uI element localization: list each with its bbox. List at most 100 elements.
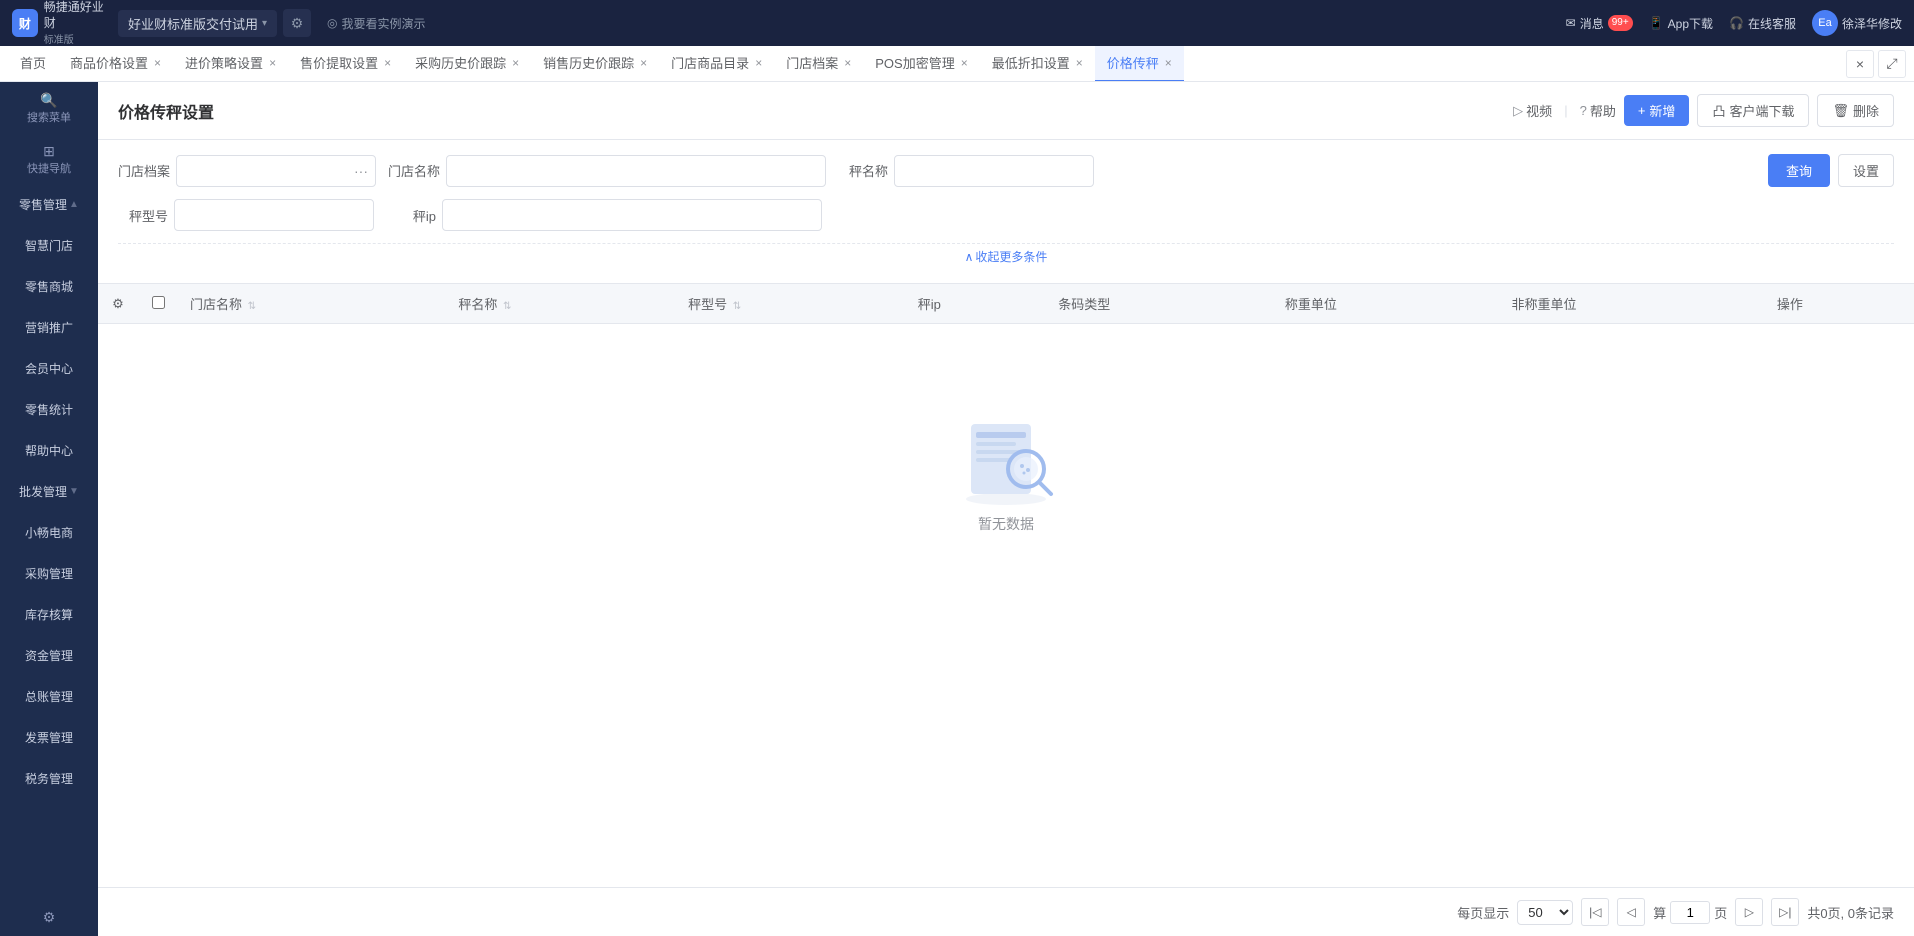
- chevron-down-icon: ▼: [69, 486, 79, 497]
- tab-purchase-history[interactable]: 采购历史价跟踪 ×: [403, 46, 531, 82]
- chevron-up-icon: ∧: [965, 250, 974, 264]
- th-checkbox[interactable]: [138, 284, 178, 324]
- scale-name-input[interactable]: [894, 155, 1094, 187]
- next-page-btn[interactable]: ▷: [1735, 898, 1763, 926]
- ellipsis-icon[interactable]: ···: [354, 163, 368, 179]
- tab-close-btn[interactable]: ×: [1846, 50, 1874, 78]
- sidebar-settings-btn[interactable]: ⚙: [0, 899, 98, 936]
- settings-form-button[interactable]: 设置: [1838, 154, 1894, 187]
- tab-bar: 首页 商品价格设置 × 进价策略设置 × 售价提取设置 × 采购历史价跟踪 × …: [0, 46, 1914, 82]
- sidebar-search[interactable]: 🔍 搜索菜单: [0, 82, 98, 135]
- close-icon[interactable]: ×: [154, 56, 161, 70]
- page-total: 共0页, 0条记录: [1807, 903, 1894, 922]
- demo-link[interactable]: ◎ 我要看实例演示: [327, 15, 426, 32]
- sidebar-item-retail-mall[interactable]: 零售商城: [6, 268, 92, 305]
- sidebar-item-wholesale-manage[interactable]: 批发管理 ▼: [6, 473, 92, 510]
- store-name-label: 门店名称: [388, 161, 440, 180]
- online-service-btn[interactable]: 🎧 在线客服: [1729, 15, 1796, 32]
- tab-min-discount[interactable]: 最低折扣设置 ×: [980, 46, 1095, 82]
- sidebar-item-member-center[interactable]: 会员中心: [6, 350, 92, 387]
- sidebar-item-smart-store[interactable]: 智慧门店: [6, 227, 92, 264]
- store-name-input[interactable]: [446, 155, 826, 187]
- tab-sale-extract[interactable]: 售价提取设置 ×: [288, 46, 403, 82]
- search-form: 门店档案 ··· 门店名称 秤名称: [98, 140, 1914, 283]
- close-icon[interactable]: ×: [844, 56, 851, 70]
- logo-area: 财 畅捷通好业财 标准版: [12, 0, 110, 46]
- video-link[interactable]: ▷ 视频: [1513, 101, 1552, 120]
- user-menu[interactable]: Ea 徐泽华修改: [1812, 10, 1902, 36]
- last-page-btn[interactable]: ▷|: [1771, 898, 1799, 926]
- scale-ip-input[interactable]: [442, 199, 822, 231]
- tab-purchase-strategy[interactable]: 进价策略设置 ×: [173, 46, 288, 82]
- close-icon[interactable]: ×: [384, 56, 391, 70]
- select-all-checkbox[interactable]: [152, 296, 165, 309]
- first-page-btn[interactable]: |◁: [1581, 898, 1609, 926]
- per-page-label: 每页显示: [1457, 903, 1509, 922]
- close-icon[interactable]: ×: [640, 56, 647, 70]
- play-icon: ▷: [1513, 103, 1523, 119]
- avatar: Ea: [1812, 10, 1838, 36]
- delete-button[interactable]: 🗑 删除: [1817, 94, 1894, 127]
- sidebar: 🔍 搜索菜单 ⊞ 快捷导航 零售管理 ▲ 智慧门店 零售商城 营销推广 会员中心: [0, 82, 98, 936]
- tab-maximize-btn[interactable]: ⤢: [1878, 50, 1906, 78]
- help-icon: ?: [1580, 103, 1587, 118]
- close-icon[interactable]: ×: [1165, 56, 1172, 70]
- sidebar-item-retail-stats[interactable]: 零售统计: [6, 391, 92, 428]
- sidebar-item-finance[interactable]: 资金管理: [6, 637, 92, 674]
- close-icon[interactable]: ×: [961, 56, 968, 70]
- sidebar-item-retail-manage[interactable]: 零售管理 ▲: [6, 186, 92, 223]
- sidebar-item-general-ledger[interactable]: 总账管理: [6, 678, 92, 715]
- message-icon: ✉: [1566, 16, 1576, 30]
- tab-price-setting[interactable]: 商品价格设置 ×: [58, 46, 173, 82]
- th-operations: 操作: [1765, 284, 1914, 324]
- th-scale-name: 秤名称 ⇅: [446, 284, 676, 324]
- add-button[interactable]: + 新增: [1624, 95, 1690, 126]
- tab-pos-manage[interactable]: POS加密管理 ×: [863, 46, 979, 82]
- message-btn[interactable]: ✉ 消息 99+: [1566, 15, 1633, 32]
- sidebar-item-purchase-manage[interactable]: 采购管理: [6, 555, 92, 592]
- scale-ip-label: 秤ip: [386, 206, 436, 225]
- page-actions: ▷ 视频 | ? 帮助 + 新增 凸 客户端下载: [1513, 94, 1894, 127]
- page-header: 价格传秤设置 ▷ 视频 | ? 帮助 + 新增: [98, 82, 1914, 140]
- sidebar-item-invoice[interactable]: 发票管理: [6, 719, 92, 756]
- data-table-area: ⚙ 门店名称 ⇅ 秤名称 ⇅ 秤型号: [98, 283, 1914, 887]
- page-number-input[interactable]: [1670, 901, 1710, 924]
- per-page-select[interactable]: 50 10 20 100: [1517, 900, 1573, 925]
- sidebar-quick-nav[interactable]: ⊞ 快捷导航: [0, 135, 98, 184]
- tab-store-file[interactable]: 门店档案 ×: [774, 46, 863, 82]
- sidebar-item-xiao-chang[interactable]: 小畅电商: [6, 514, 92, 551]
- store-name-field: 门店名称: [388, 155, 826, 187]
- sidebar-item-help-center[interactable]: 帮助中心: [6, 432, 92, 469]
- close-icon[interactable]: ×: [755, 56, 762, 70]
- close-icon[interactable]: ×: [512, 56, 519, 70]
- content-area: 价格传秤设置 ▷ 视频 | ? 帮助 + 新增: [98, 82, 1914, 936]
- sidebar-item-inventory[interactable]: 库存核算: [6, 596, 92, 633]
- download-button[interactable]: 凸 客户端下载: [1697, 94, 1809, 127]
- tab-store-catalog[interactable]: 门店商品目录 ×: [659, 46, 774, 82]
- version-dropdown[interactable]: 好业财标准版交付试用 ▾: [118, 10, 277, 37]
- close-icon[interactable]: ×: [1076, 56, 1083, 70]
- sort-icon: ⇅: [733, 301, 741, 312]
- query-button[interactable]: 查询: [1768, 154, 1830, 187]
- th-gear[interactable]: ⚙: [98, 284, 138, 324]
- tab-price-transfer[interactable]: 价格传秤 ×: [1095, 46, 1184, 82]
- empty-text: 暂无数据: [978, 514, 1034, 534]
- scale-type-input[interactable]: [174, 199, 374, 231]
- th-barcode-type: 条码类型: [1046, 284, 1273, 324]
- scale-ip-field: 秤ip: [386, 199, 822, 231]
- tab-sale-history[interactable]: 销售历史价跟踪 ×: [531, 46, 659, 82]
- download-icon: 📱: [1649, 16, 1664, 30]
- data-table: ⚙ 门店名称 ⇅ 秤名称 ⇅ 秤型号: [98, 284, 1914, 614]
- store-file-input[interactable]: [176, 155, 376, 187]
- sidebar-item-marketing[interactable]: 营销推广: [6, 309, 92, 346]
- settings-btn[interactable]: ⚙: [283, 9, 311, 37]
- collapse-btn[interactable]: ∧ 收起更多条件: [965, 248, 1048, 265]
- download-icon: 凸: [1712, 101, 1725, 120]
- help-link[interactable]: ? 帮助: [1580, 101, 1616, 120]
- tab-home[interactable]: 首页: [8, 46, 58, 82]
- sidebar-item-tax[interactable]: 税务管理: [6, 760, 92, 797]
- app-download-btn[interactable]: 📱 App下载: [1649, 15, 1713, 32]
- logo-icon: 财: [12, 9, 38, 37]
- prev-page-btn[interactable]: ◁: [1617, 898, 1645, 926]
- close-icon[interactable]: ×: [269, 56, 276, 70]
